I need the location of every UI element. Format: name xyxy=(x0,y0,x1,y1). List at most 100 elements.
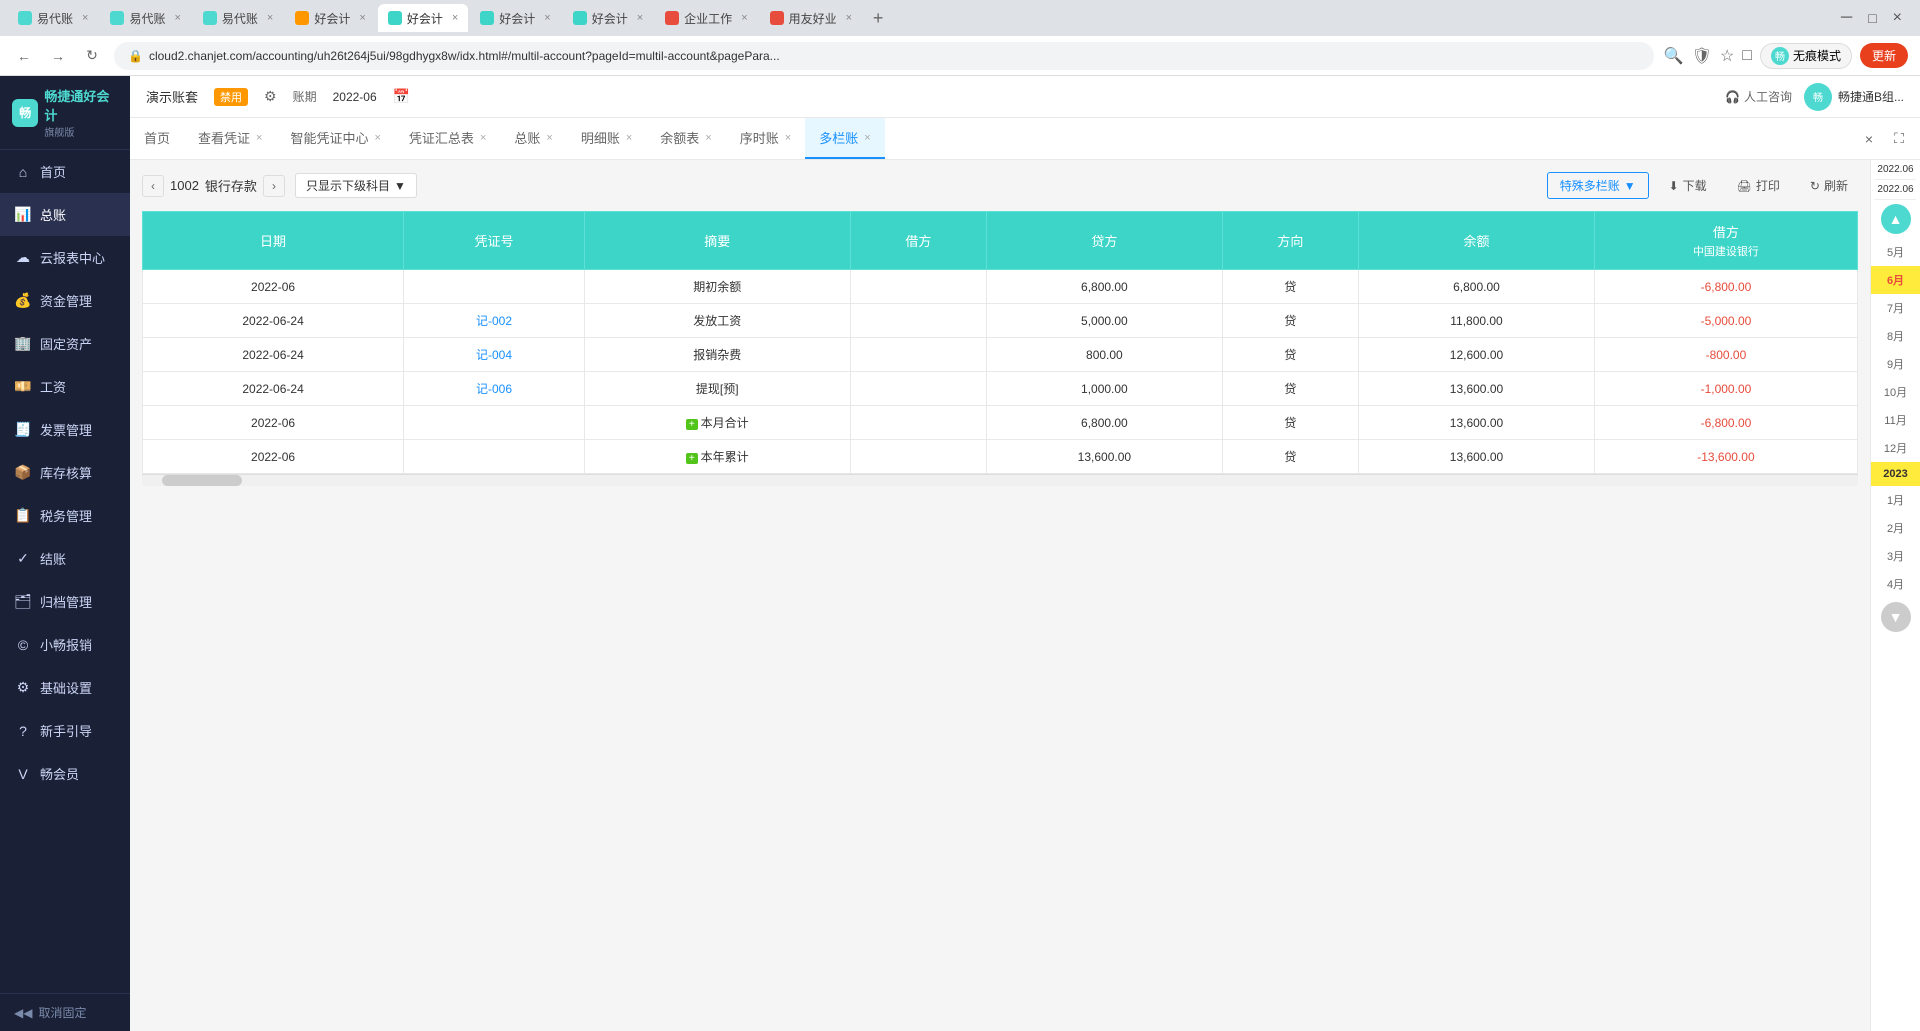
tab-close-icon[interactable]: × xyxy=(452,12,458,24)
extension-icon[interactable]: □ xyxy=(1742,47,1752,65)
sidebar-item-invoice[interactable]: 🧾 发票管理 xyxy=(0,408,130,451)
tab-close-icon[interactable]: × xyxy=(359,12,365,24)
scrollbar-thumb[interactable] xyxy=(162,475,242,486)
sidebar-item-inventory[interactable]: 📦 库存核算 xyxy=(0,451,130,494)
voucher-link[interactable]: 记-004 xyxy=(476,348,512,362)
tab-youyou[interactable]: 用友好业 × xyxy=(760,4,862,32)
tab-yidaizhang-3[interactable]: 易代账 × xyxy=(193,4,283,32)
tab-close-icon[interactable]: × xyxy=(82,12,88,24)
tab-sequence-ledger[interactable]: 序时账 × xyxy=(726,118,805,159)
consult-button[interactable]: 🎧 人工咨询 xyxy=(1725,88,1792,105)
voucher-link[interactable]: 记-006 xyxy=(476,382,512,396)
month-1-item[interactable]: 1月 xyxy=(1871,486,1920,514)
month-6-item[interactable]: 6月 xyxy=(1871,266,1920,294)
tab-haokuaiji-1[interactable]: 好会计 × xyxy=(285,4,375,32)
account-prev-button[interactable]: ‹ xyxy=(142,175,164,197)
sidebar-item-close-accounts[interactable]: ✓ 结账 xyxy=(0,537,130,580)
tab-home[interactable]: 首页 xyxy=(130,118,184,159)
cell-date: 2022-06-24 xyxy=(143,338,404,372)
tab-haokuaiji-3[interactable]: 好会计 × xyxy=(470,4,560,32)
sidebar-item-fund-management[interactable]: 💰 资金管理 xyxy=(0,279,130,322)
horizontal-scrollbar[interactable] xyxy=(142,474,1858,486)
tab-haokuaiji-2[interactable]: 好会计 × xyxy=(378,4,468,32)
tab-view-voucher[interactable]: 查看凭证 × xyxy=(184,118,276,159)
tab-close-icon[interactable]: × xyxy=(480,132,486,144)
voucher-link[interactable]: 记-002 xyxy=(476,314,512,328)
maximize-button[interactable]: □ xyxy=(1868,10,1876,26)
tab-close-icon[interactable]: × xyxy=(864,132,870,144)
tab-close-icon[interactable]: × xyxy=(267,12,273,24)
tab-detail-ledger[interactable]: 明细账 × xyxy=(567,118,646,159)
month-3-item[interactable]: 3月 xyxy=(1871,542,1920,570)
tab-expand-action[interactable]: ⛶ xyxy=(1886,126,1912,152)
minimize-button[interactable]: ─ xyxy=(1841,9,1852,27)
close-button[interactable]: × xyxy=(1893,9,1902,27)
sidebar-item-settings[interactable]: ⚙ 基础设置 xyxy=(0,666,130,709)
sidebar-item-general-ledger[interactable]: 📊 总账 xyxy=(0,193,130,236)
sidebar-item-home[interactable]: ⌂ 首页 xyxy=(0,150,130,193)
cell-summary: 提现[预] xyxy=(584,372,850,406)
sidebar-item-fixed-assets[interactable]: 🏢 固定资产 xyxy=(0,322,130,365)
calendar-icon[interactable]: 📅 xyxy=(393,88,410,105)
tab-haokuaiji-4[interactable]: 好会计 × xyxy=(563,4,653,32)
tab-multi-column[interactable]: 多栏账 × xyxy=(805,118,884,159)
wuhen-mode-button[interactable]: 畅 无痕模式 xyxy=(1760,43,1852,69)
special-multi-button[interactable]: 特殊多栏账 ▼ xyxy=(1547,172,1649,199)
back-button[interactable]: ← xyxy=(12,44,36,68)
month-10-item[interactable]: 10月 xyxy=(1871,378,1920,406)
sidebar-item-report-center[interactable]: ☁ 云报表中心 xyxy=(0,236,130,279)
print-button[interactable]: 🖨 打印 xyxy=(1727,173,1790,198)
refresh-button[interactable]: ↻ 刷新 xyxy=(1800,173,1858,198)
tab-yidaizhang-1[interactable]: 易代账 × xyxy=(8,4,98,32)
tab-voucher-summary[interactable]: 凭证汇总表 × xyxy=(395,118,500,159)
new-tab-button[interactable]: + xyxy=(864,4,892,32)
search-icon[interactable]: 🔍 xyxy=(1664,46,1684,66)
account-settings-icon[interactable]: ⚙ xyxy=(264,88,277,105)
account-next-button[interactable]: › xyxy=(263,175,285,197)
month-11-item[interactable]: 11月 xyxy=(1871,406,1920,434)
tab-balance-table[interactable]: 余额表 × xyxy=(646,118,725,159)
sidebar-item-tax[interactable]: 📋 税务管理 xyxy=(0,494,130,537)
download-button[interactable]: ⬇ 下载 xyxy=(1659,173,1717,198)
month-8-item[interactable]: 8月 xyxy=(1871,322,1920,350)
tab-enterprise[interactable]: 企业工作 × xyxy=(655,4,757,32)
tab-close-icon[interactable]: × xyxy=(374,132,380,144)
sidebar-item-expense[interactable]: © 小畅报销 xyxy=(0,623,130,666)
month-4-item[interactable]: 4月 xyxy=(1871,570,1920,598)
scroll-down-button[interactable]: ▼ xyxy=(1881,602,1911,632)
sidebar-item-salary[interactable]: 💴 工资 xyxy=(0,365,130,408)
month-9-item[interactable]: 9月 xyxy=(1871,350,1920,378)
tab-close-icon[interactable]: × xyxy=(637,12,643,24)
sidebar-unpin-button[interactable]: ◀◀ 取消固定 xyxy=(0,993,130,1031)
sidebar-item-guide[interactable]: ? 新手引导 xyxy=(0,709,130,752)
tab-close-icon[interactable]: × xyxy=(741,12,747,24)
tab-close-icon[interactable]: × xyxy=(626,132,632,144)
tab-close-icon[interactable]: × xyxy=(544,12,550,24)
year-2023-item[interactable]: 2023 xyxy=(1871,462,1920,486)
refresh-button[interactable]: ↻ xyxy=(80,44,104,68)
tab-smart-voucher[interactable]: 智能凭证中心 × xyxy=(276,118,394,159)
month-7-item[interactable]: 7月 xyxy=(1871,294,1920,322)
tab-close-icon[interactable]: × xyxy=(546,132,552,144)
tab-close-icon[interactable]: × xyxy=(174,12,180,24)
app-sub-label: 旗舰版 xyxy=(44,124,118,139)
scroll-up-button[interactable]: ▲ xyxy=(1881,204,1911,234)
tab-close-icon[interactable]: × xyxy=(256,132,262,144)
sidebar-item-archive[interactable]: 🗂 归档管理 xyxy=(0,580,130,623)
month-2-item[interactable]: 2月 xyxy=(1871,514,1920,542)
tab-general-ledger[interactable]: 总账 × xyxy=(500,118,566,159)
month-12-item[interactable]: 12月 xyxy=(1871,434,1920,462)
url-bar[interactable]: 🔒 cloud2.chanjet.com/accounting/uh26t264… xyxy=(114,42,1654,70)
tab-close-icon[interactable]: × xyxy=(846,12,852,24)
sidebar-item-member[interactable]: V 畅会员 xyxy=(0,752,130,795)
month-5-item[interactable]: 5月 xyxy=(1871,238,1920,266)
filter-dropdown[interactable]: 只显示下级科目 ▼ xyxy=(295,173,417,198)
update-button[interactable]: 更新 xyxy=(1860,43,1908,68)
tab-yidaizhang-2[interactable]: 易代账 × xyxy=(100,4,190,32)
forward-button[interactable]: → xyxy=(46,44,70,68)
cell-balance: 13,600.00 xyxy=(1359,372,1595,406)
tab-close-icon[interactable]: × xyxy=(705,132,711,144)
tab-close-icon[interactable]: × xyxy=(785,132,791,144)
tab-close-action[interactable]: × xyxy=(1856,126,1882,152)
star-icon[interactable]: ☆ xyxy=(1720,46,1734,66)
